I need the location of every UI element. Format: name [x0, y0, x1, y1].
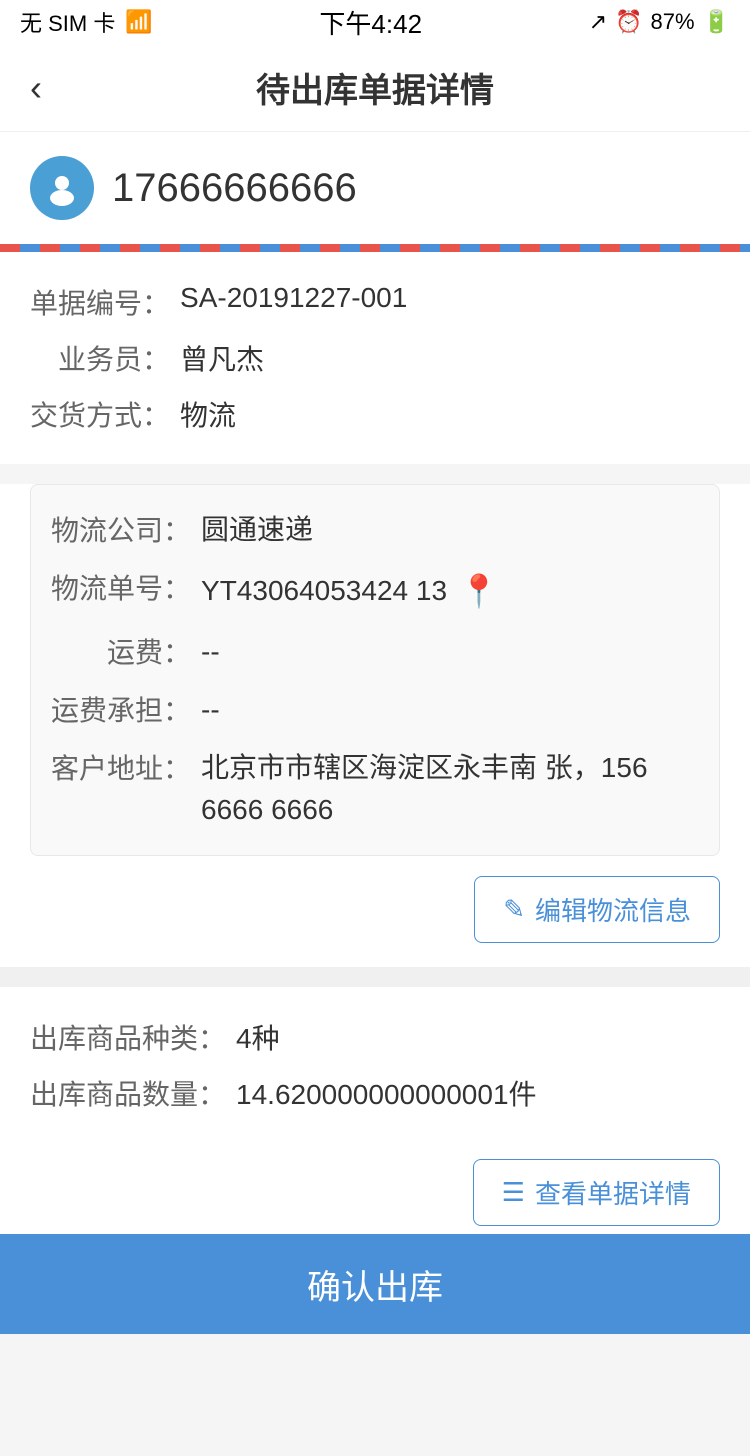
goods-type-value: 4种 [226, 1017, 280, 1057]
salesman-label: 业务员： [30, 338, 170, 378]
delivery-label: 交货方式： [30, 394, 170, 434]
address-value: 北京市市辖区海淀区永丰南 张，156 6666 6666 [191, 747, 699, 831]
edit-btn-label: 编辑物流信息 [535, 891, 691, 928]
wifi-icon: 📶 [125, 9, 152, 35]
logistics-company-value: 圆通速递 [191, 509, 699, 551]
goods-type-label: 出库商品种类： [30, 1017, 226, 1057]
logistics-company-label: 物流公司： [51, 509, 191, 549]
battery-icon: 🔋 [703, 9, 730, 35]
map-pin-icon[interactable]: 📍 [459, 567, 499, 615]
tracking-row: 物流单号： YT43064053424 13 📍 [51, 567, 699, 615]
delivery-row: 交货方式： 物流 [30, 394, 720, 434]
user-header: 17666666666 [0, 132, 750, 244]
delivery-value: 物流 [170, 394, 720, 434]
status-right: ↗ ⏰ 87% 🔋 [589, 9, 730, 35]
user-phone: 17666666666 [112, 166, 357, 211]
freight-bear-row: 运费承担： -- [51, 689, 699, 731]
confirm-btn-bar[interactable]: 确认出库 [0, 1234, 750, 1334]
salesman-value: 曾凡杰 [170, 338, 720, 378]
avatar [30, 156, 94, 220]
alarm-icon: ⏰ [615, 9, 642, 35]
status-time: 下午4:42 [319, 4, 422, 41]
goods-type-row: 出库商品种类： 4种 [30, 1017, 720, 1057]
goods-quantity-row: 出库商品数量： 14.620000000000001件 [30, 1073, 720, 1113]
freight-label: 运费： [51, 631, 191, 671]
freight-value: -- [191, 631, 699, 673]
list-icon: ☰ [502, 1177, 525, 1208]
dashed-divider [0, 244, 750, 252]
order-no-value: SA-20191227-001 [170, 282, 720, 314]
status-bar: 无 SIM 卡 📶 下午4:42 ↗ ⏰ 87% 🔋 [0, 0, 750, 44]
address-label: 客户地址： [51, 747, 191, 787]
location-status-icon: ↗ [589, 9, 607, 35]
address-row: 客户地址： 北京市市辖区海淀区永丰南 张，156 6666 6666 [51, 747, 699, 831]
detail-btn-label: 查看单据详情 [535, 1174, 691, 1211]
goods-quantity-value: 14.620000000000001件 [226, 1073, 537, 1113]
goods-quantity-label: 出库商品数量： [30, 1073, 226, 1113]
tracking-label: 物流单号： [51, 567, 191, 607]
freight-bear-label: 运费承担： [51, 689, 191, 729]
logistics-card: 物流公司： 圆通速递 物流单号： YT43064053424 13 📍 运费： … [30, 484, 720, 856]
freight-row: 运费： -- [51, 631, 699, 673]
goods-section: 出库商品种类： 4种 出库商品数量： 14.620000000000001件 [0, 987, 750, 1149]
order-info-section: 单据编号： SA-20191227-001 业务员： 曾凡杰 交货方式： 物流 [0, 252, 750, 464]
logistics-company-row: 物流公司： 圆通速递 [51, 509, 699, 551]
salesman-row: 业务员： 曾凡杰 [30, 338, 720, 378]
back-button[interactable]: ‹ [30, 67, 42, 109]
page-title: 待出库单据详情 [256, 63, 494, 112]
section-separator [0, 967, 750, 987]
freight-bear-value: -- [191, 689, 699, 731]
edit-logistics-button[interactable]: ✎ 编辑物流信息 [474, 876, 720, 943]
order-no-label: 单据编号： [30, 282, 170, 322]
confirm-btn-label: 确认出库 [307, 1260, 443, 1309]
edit-btn-row: ✎ 编辑物流信息 [0, 876, 750, 967]
edit-icon: ✎ [503, 894, 525, 925]
view-detail-button[interactable]: ☰ 查看单据详情 [473, 1159, 720, 1226]
status-left: 无 SIM 卡 📶 [20, 6, 153, 38]
tracking-value: YT43064053424 13 📍 [191, 567, 699, 615]
nav-bar: ‹ 待出库单据详情 [0, 44, 750, 132]
sim-label: 无 SIM 卡 [20, 6, 115, 38]
battery-level: 87% [651, 9, 695, 35]
order-no-row: 单据编号： SA-20191227-001 [30, 282, 720, 322]
